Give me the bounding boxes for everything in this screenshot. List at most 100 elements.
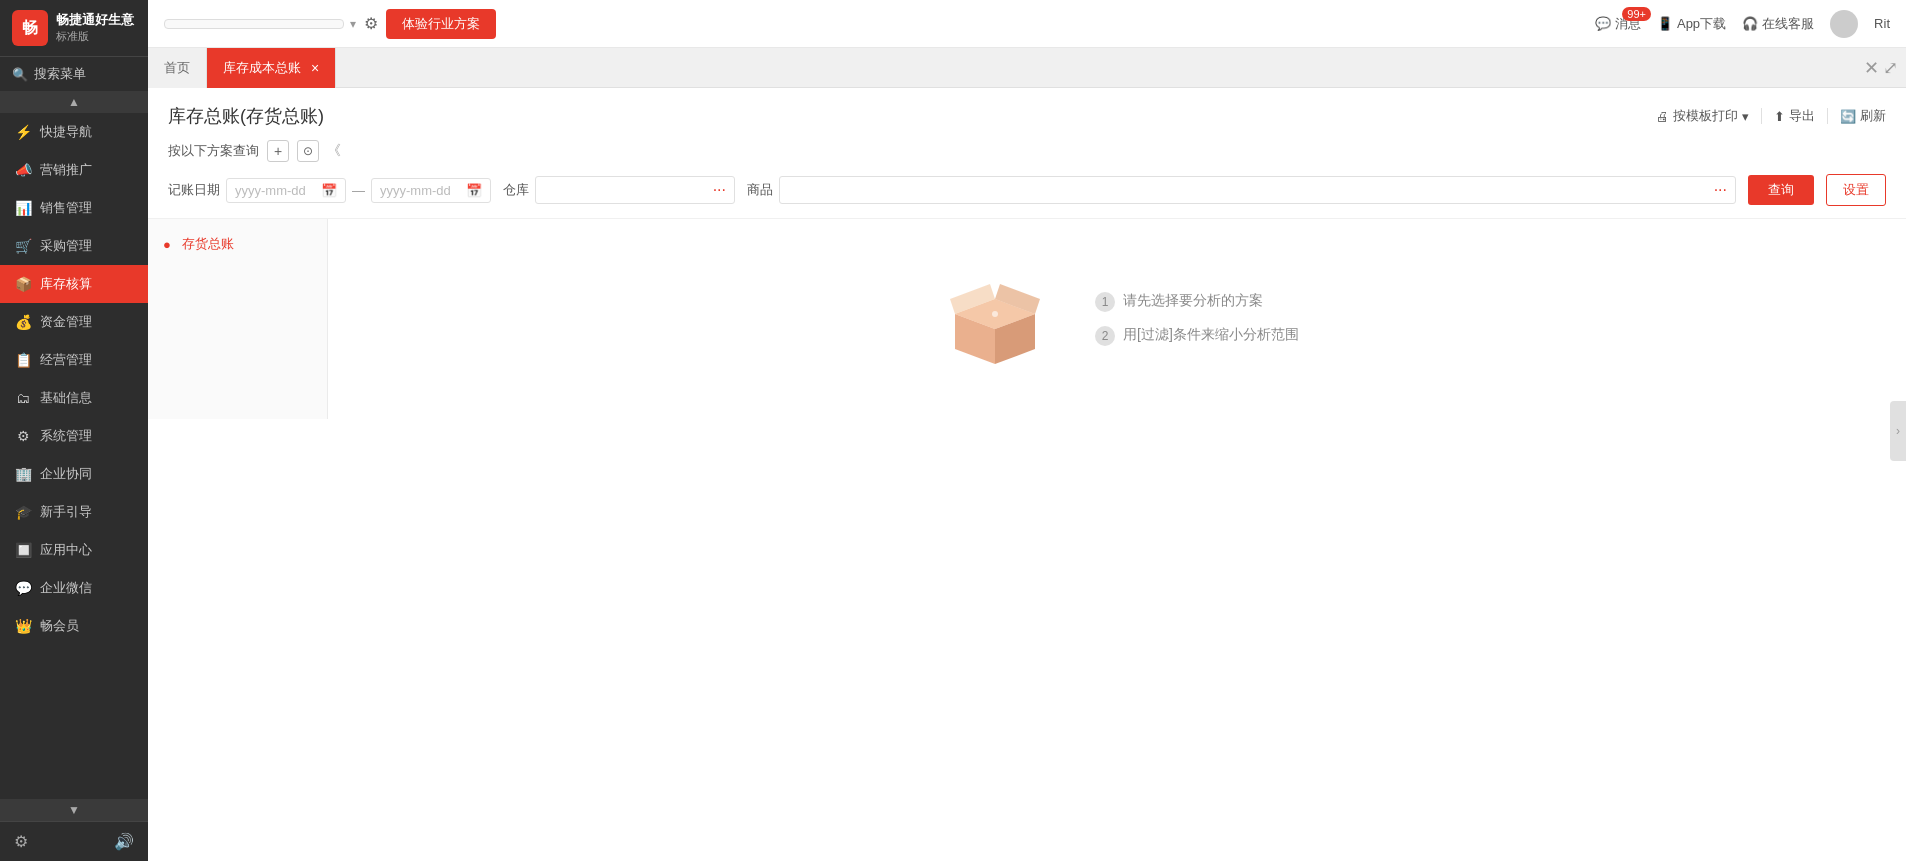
sidebar-item-enterprise[interactable]: 🏢 企业协同 (0, 455, 148, 493)
apps-icon: 🔲 (14, 541, 32, 559)
divider2 (1827, 108, 1828, 124)
operation-icon: 📋 (14, 351, 32, 369)
tab-close-icon[interactable]: × (311, 60, 319, 76)
online-service-button[interactable]: 🎧 在线客服 (1742, 15, 1814, 33)
date-end-input[interactable]: yyyy-mm-dd 📅 (371, 178, 491, 203)
finance-icon: 💰 (14, 313, 32, 331)
sidebar-item-marketing[interactable]: 📣 营销推广 (0, 151, 148, 189)
sidebar-logo: 畅 畅捷通好生意 标准版 (0, 0, 148, 57)
scheme-item-inventory-ledger[interactable]: ● 存货总账 (148, 227, 327, 261)
date-start-input[interactable]: yyyy-mm-dd 📅 (226, 178, 346, 203)
filter-header: 按以下方案查询 + ⊙ 《 (168, 140, 1886, 162)
tip-item-1: 1 请先选择要分析的方案 (1095, 292, 1299, 312)
sales-icon: 📊 (14, 199, 32, 217)
scroll-up-button[interactable]: ▲ (0, 91, 148, 113)
refresh-button[interactable]: 🔄 刷新 (1840, 107, 1886, 125)
sidebar-item-apps[interactable]: 🔲 应用中心 (0, 531, 148, 569)
tab-home[interactable]: 首页 (148, 48, 207, 88)
date-filter-group: 记账日期 yyyy-mm-dd 📅 — yyyy-mm-dd 📅 (168, 178, 491, 203)
settings-icon[interactable]: ⚙ (14, 832, 28, 851)
tab-close-panel-icon[interactable]: ✕ (1864, 57, 1879, 79)
sidebar-nav: ⚡ 快捷导航 📣 营销推广 📊 销售管理 🛒 采购管理 📦 库存核算 💰 资金管… (0, 113, 148, 799)
query-button[interactable]: 查询 (1748, 175, 1814, 205)
sidebar-item-system[interactable]: ⚙ 系统管理 (0, 417, 148, 455)
warehouse-label: 仓库 (503, 181, 529, 199)
sidebar-item-inventory[interactable]: 📦 库存核算 (0, 265, 148, 303)
inventory-icon: 📦 (14, 275, 32, 293)
sidebar-search[interactable]: 🔍 搜索菜单 (0, 57, 148, 91)
quick-nav-icon: ⚡ (14, 123, 32, 141)
scroll-down-button[interactable]: ▼ (0, 799, 148, 821)
audio-icon[interactable]: 🔊 (114, 832, 134, 851)
sidebar-item-member[interactable]: 👑 畅会员 (0, 607, 148, 645)
warehouse-filter-group: 仓库 ··· (503, 176, 735, 204)
svg-point-6 (992, 311, 998, 317)
print-dropdown-icon: ▾ (1742, 109, 1749, 124)
content-main: 1 请先选择要分析的方案 2 用[过滤]条件来缩小分析范围 (328, 219, 1906, 419)
wechat-icon: 💬 (14, 579, 32, 597)
topbar-search-box[interactable] (164, 19, 344, 29)
sidebar-item-sales[interactable]: 📊 销售管理 (0, 189, 148, 227)
print-icon: 🖨 (1656, 109, 1669, 124)
topbar: ▾ ⚙ 体验行业方案 💬 消息 99+ 📱 App下载 🎧 在线客服 Rit (148, 0, 1906, 48)
filter-scheme-button[interactable]: ⊙ (297, 140, 319, 162)
sidebar-item-purchase[interactable]: 🛒 采购管理 (0, 227, 148, 265)
app-download-button[interactable]: 📱 App下载 (1657, 15, 1726, 33)
calendar-end-icon: 📅 (466, 183, 482, 198)
sidebar-item-quick-nav[interactable]: ⚡ 快捷导航 (0, 113, 148, 151)
scheme-sidebar: ● 存货总账 (148, 219, 328, 419)
logo-text: 畅捷通好生意 标准版 (56, 11, 134, 45)
sidebar-item-guide[interactable]: 🎓 新手引导 (0, 493, 148, 531)
sidebar: 畅 畅捷通好生意 标准版 🔍 搜索菜单 ▲ ⚡ 快捷导航 📣 营销推广 📊 销售… (0, 0, 148, 861)
chevron-down-icon[interactable]: ▾ (350, 17, 356, 31)
right-panel-handle[interactable]: › (1890, 401, 1906, 461)
enterprise-icon: 🏢 (14, 465, 32, 483)
empty-state: 1 请先选择要分析的方案 2 用[过滤]条件来缩小分析范围 (935, 259, 1299, 379)
export-icon: ⬆ (1774, 109, 1785, 124)
username-label[interactable]: Rit (1874, 16, 1890, 31)
panel-arrow-icon: › (1896, 424, 1900, 438)
gear-icon[interactable]: ⚙ (364, 14, 378, 33)
sidebar-item-operation[interactable]: 📋 经营管理 (0, 341, 148, 379)
tabs-bar: 首页 库存成本总账 × ✕ ⤢ (148, 48, 1906, 88)
tab-expand-icon[interactable]: ⤢ (1883, 57, 1898, 79)
page-content: 库存总账(存货总账) 🖨 按模板打印 ▾ ⬆ 导出 🔄 刷新 (148, 88, 1906, 861)
warehouse-select[interactable]: ··· (535, 176, 735, 204)
tip-num-1: 1 (1095, 292, 1115, 312)
date-label: 记账日期 (168, 181, 220, 199)
message-button[interactable]: 💬 消息 99+ (1595, 15, 1641, 33)
marketing-icon: 📣 (14, 161, 32, 179)
industry-button[interactable]: 体验行业方案 (386, 9, 496, 39)
basic-icon: 🗂 (14, 389, 32, 407)
sidebar-item-finance[interactable]: 💰 资金管理 (0, 303, 148, 341)
phone-icon: 📱 (1657, 16, 1673, 31)
divider (1761, 108, 1762, 124)
tip-item-2: 2 用[过滤]条件来缩小分析范围 (1095, 326, 1299, 346)
print-button[interactable]: 🖨 按模板打印 ▾ (1656, 107, 1749, 125)
filter-add-button[interactable]: + (267, 140, 289, 162)
sidebar-item-wechat[interactable]: 💬 企业微信 (0, 569, 148, 607)
user-avatar[interactable] (1830, 10, 1858, 38)
product-label: 商品 (747, 181, 773, 199)
warehouse-more-icon: ··· (713, 181, 726, 199)
purchase-icon: 🛒 (14, 237, 32, 255)
date-separator: — (352, 183, 365, 198)
filter-label: 按以下方案查询 (168, 142, 259, 160)
sidebar-item-basic[interactable]: 🗂 基础信息 (0, 379, 148, 417)
topbar-right: 💬 消息 99+ 📱 App下载 🎧 在线客服 Rit (1595, 10, 1890, 38)
headset-icon: 🎧 (1742, 16, 1758, 31)
sidebar-footer: ⚙ 🔊 (0, 821, 148, 861)
settings-button[interactable]: 设置 (1826, 174, 1886, 206)
product-select[interactable]: ··· (779, 176, 1736, 204)
system-icon: ⚙ (14, 427, 32, 445)
filter-collapse-icon[interactable]: 《 (327, 142, 341, 160)
export-button[interactable]: ⬆ 导出 (1774, 107, 1815, 125)
refresh-icon: 🔄 (1840, 109, 1856, 124)
message-icon: 💬 (1595, 16, 1611, 31)
search-icon: 🔍 (12, 67, 28, 82)
tab-inventory-ledger[interactable]: 库存成本总账 × (207, 48, 336, 88)
page-header: 库存总账(存货总账) 🖨 按模板打印 ▾ ⬆ 导出 🔄 刷新 (148, 88, 1906, 128)
product-filter-group: 商品 ··· (747, 176, 1736, 204)
main-area: ▾ ⚙ 体验行业方案 💬 消息 99+ 📱 App下载 🎧 在线客服 Rit (148, 0, 1906, 861)
topbar-left: ▾ ⚙ 体验行业方案 (164, 9, 1583, 39)
